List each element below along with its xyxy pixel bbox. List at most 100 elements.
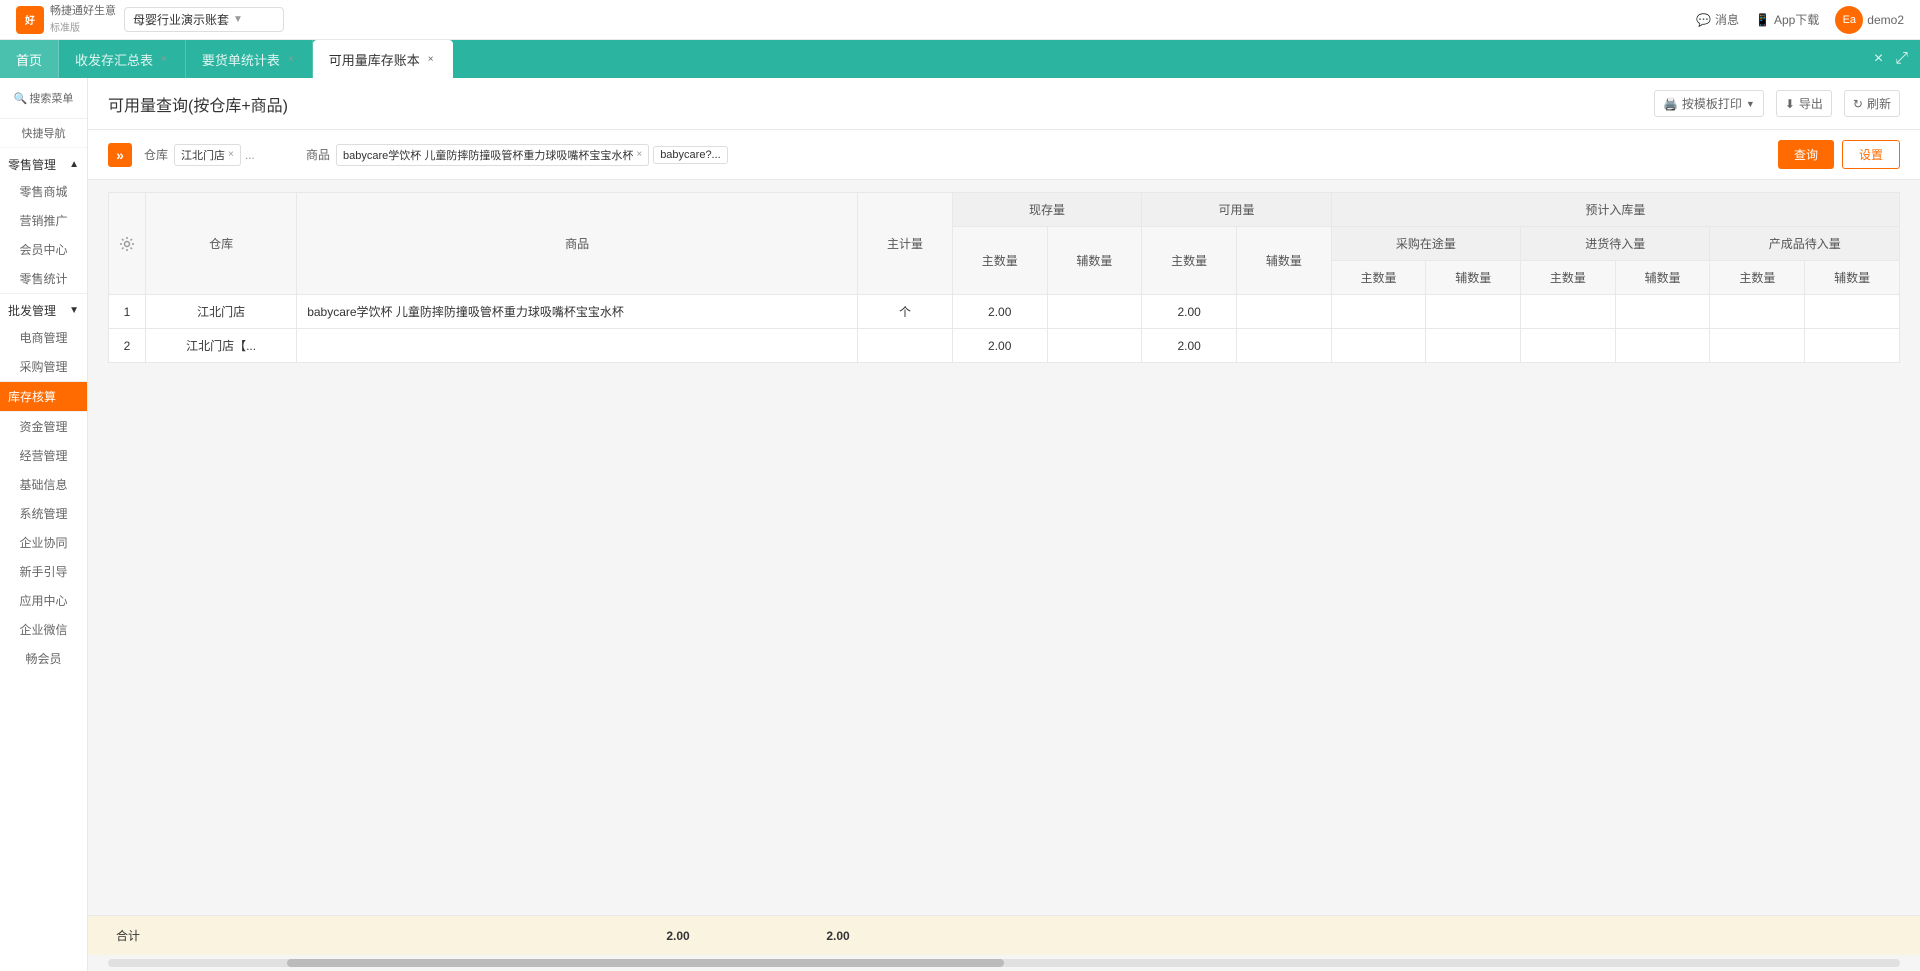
page-title: 可用量查询(按仓库+商品)	[108, 92, 288, 116]
nav-close-btn[interactable]: ×	[1870, 46, 1887, 72]
sidebar-wholesale-label: 批发管理	[8, 302, 56, 319]
row-available-aux	[1236, 295, 1331, 329]
tab-receipts-label: 收发存汇总表	[75, 50, 153, 69]
logo-icon: 好	[16, 6, 44, 34]
logo-sub: 标准版	[50, 19, 116, 34]
sidebar-item-newbie[interactable]: 新手引导	[0, 557, 87, 586]
phone-icon: 📱	[1755, 13, 1770, 27]
warehouse-more[interactable]: ...	[245, 148, 255, 162]
product-tag-0[interactable]: babycare学饮杯 儿童防摔防撞吸管杯重力球吸嘴杯宝宝水杯 ×	[336, 144, 649, 166]
product-tag-0-close[interactable]: ×	[636, 149, 642, 160]
th-purchase-main: 主数量	[1331, 261, 1426, 295]
tenant-name: 母婴行业演示账套	[133, 11, 229, 28]
row-production-main	[1710, 295, 1805, 329]
scroll-track[interactable]	[108, 959, 1900, 967]
row-current-main: 2.00	[952, 295, 1047, 329]
row-current-aux	[1047, 329, 1142, 363]
summary-values: 2.00 2.00	[268, 929, 1900, 943]
row-purchase-main	[1331, 329, 1426, 363]
warehouse-tag-0[interactable]: 江北门店 ×	[174, 144, 241, 166]
th-incoming: 进货待入量	[1521, 227, 1710, 261]
th-current-aux: 辅数量	[1047, 227, 1142, 295]
user-avatar: Ea	[1835, 6, 1863, 34]
settings-btn[interactable]: 设置	[1842, 140, 1900, 169]
top-bar-right: 💬 消息 📱 App下载 Ea demo2	[1696, 6, 1904, 34]
row-incoming-main	[1521, 295, 1616, 329]
user-area[interactable]: Ea demo2	[1835, 6, 1904, 34]
refresh-icon: ↻	[1853, 97, 1863, 111]
th-available: 可用量	[1142, 193, 1331, 227]
sidebar-item-retail-promo[interactable]: 营销推广	[0, 206, 87, 235]
filter-bar: » 仓库 江北门店 × ... 商品 babycare学饮杯 儿童防摔防撞吸管杯…	[88, 130, 1920, 180]
tenant-selector[interactable]: 母婴行业演示账套 ▼	[124, 7, 284, 32]
sidebar-inventory-title[interactable]: 库存核算	[0, 382, 87, 411]
sidebar-item-retail-member[interactable]: 会员中心	[0, 235, 87, 264]
sidebar-quicknav[interactable]: 快捷导航	[0, 119, 87, 148]
th-current-stock: 现存量	[952, 193, 1141, 227]
page-header-actions: 🖨️ 按模板打印 ▼ ⬇ 导出 ↻ 刷新	[1654, 90, 1900, 117]
logo-text: 畅捷通好生意	[50, 5, 116, 18]
sidebar-section-wholesale: 批发管理 ▼ 电商管理 采购管理	[0, 294, 87, 382]
sidebar-item-member[interactable]: 畅会员	[0, 644, 87, 673]
sidebar-item-purchase[interactable]: 采购管理	[0, 352, 87, 381]
export-btn[interactable]: ⬇ 导出	[1776, 90, 1832, 117]
sidebar-search-btn[interactable]: 🔍 搜索菜单	[8, 86, 79, 110]
warehouse-tag-0-close[interactable]: ×	[228, 149, 234, 160]
gear-icon[interactable]	[119, 236, 135, 252]
th-planned-in: 预计入库量	[1331, 193, 1899, 227]
sidebar-wholesale-title[interactable]: 批发管理 ▼	[0, 294, 87, 323]
app-download-btn[interactable]: 📱 App下载	[1755, 11, 1819, 28]
row-production-main	[1710, 329, 1805, 363]
row-index: 1	[109, 295, 146, 329]
query-btn[interactable]: 查询	[1778, 140, 1834, 169]
row-purchase-aux	[1426, 329, 1521, 363]
th-available-aux: 辅数量	[1236, 227, 1331, 295]
nav-actions: × ⤢	[1862, 40, 1920, 78]
product-tag-0-label: babycare学饮杯 儿童防摔防撞吸管杯重力球吸嘴杯宝宝水杯	[343, 147, 633, 163]
refresh-btn[interactable]: ↻ 刷新	[1844, 90, 1900, 117]
tab-orders[interactable]: 要货单统计表 ×	[186, 40, 313, 78]
tab-home[interactable]: 首页	[0, 40, 59, 78]
tab-inventory[interactable]: 可用量库存账本 ×	[313, 40, 453, 78]
th-settings	[109, 193, 146, 295]
tab-orders-close[interactable]: ×	[286, 53, 296, 66]
row-available-main: 2.00	[1142, 329, 1237, 363]
sidebar-search-label: 搜索菜单	[29, 90, 73, 106]
message-btn[interactable]: 💬 消息	[1696, 11, 1739, 28]
th-incoming-aux: 辅数量	[1615, 261, 1710, 295]
tab-inventory-close[interactable]: ×	[426, 53, 436, 66]
summary-available-main: 2.00	[798, 929, 878, 943]
scroll-thumb[interactable]	[287, 959, 1004, 967]
sidebar-retail-title[interactable]: 零售管理 ▲	[0, 148, 87, 177]
scroll-bar-area	[88, 955, 1920, 971]
row-available-aux	[1236, 329, 1331, 363]
th-purchase-aux: 辅数量	[1426, 261, 1521, 295]
sidebar-item-operations[interactable]: 经营管理	[0, 441, 87, 470]
chevron-down-icon: ▼	[1746, 99, 1755, 109]
nav-fullscreen-btn[interactable]: ⤢	[1891, 46, 1912, 72]
sidebar-item-wecom[interactable]: 企业微信	[0, 615, 87, 644]
product-tag-1[interactable]: babycare?...	[653, 146, 728, 164]
export-icon: ⬇	[1785, 97, 1795, 111]
th-incoming-main: 主数量	[1521, 261, 1616, 295]
product-label: 商品	[306, 146, 330, 163]
sidebar-item-system[interactable]: 系统管理	[0, 499, 87, 528]
th-production-aux: 辅数量	[1805, 261, 1900, 295]
sidebar-item-enterprise[interactable]: 企业协同	[0, 528, 87, 557]
sidebar-item-basic[interactable]: 基础信息	[0, 470, 87, 499]
tab-receipts-close[interactable]: ×	[159, 53, 169, 66]
expand-filter-btn[interactable]: »	[108, 143, 132, 167]
page-header: 可用量查询(按仓库+商品) 🖨️ 按模板打印 ▼ ⬇ 导出 ↻ 刷新	[88, 78, 1920, 130]
sidebar-item-retail-stats[interactable]: 零售统计	[0, 264, 87, 293]
sidebar-retail-label: 零售管理	[8, 156, 56, 173]
tab-receipts[interactable]: 收发存汇总表 ×	[59, 40, 186, 78]
sidebar-item-finance[interactable]: 资金管理	[0, 412, 87, 441]
sidebar-item-retail-mall[interactable]: 零售商城	[0, 177, 87, 206]
row-unit: 个	[858, 295, 953, 329]
sidebar-item-ecom[interactable]: 电商管理	[0, 323, 87, 352]
sidebar: 🔍 搜索菜单 快捷导航 零售管理 ▲ 零售商城 营销推广 会员中心 零售统计	[0, 78, 88, 971]
th-purchase-transit: 采购在途量	[1331, 227, 1520, 261]
sidebar-item-appcenter[interactable]: 应用中心	[0, 586, 87, 615]
product-filter: 商品 babycare学饮杯 儿童防摔防撞吸管杯重力球吸嘴杯宝宝水杯 × bab…	[306, 144, 728, 166]
print-btn[interactable]: 🖨️ 按模板打印 ▼	[1654, 90, 1764, 117]
